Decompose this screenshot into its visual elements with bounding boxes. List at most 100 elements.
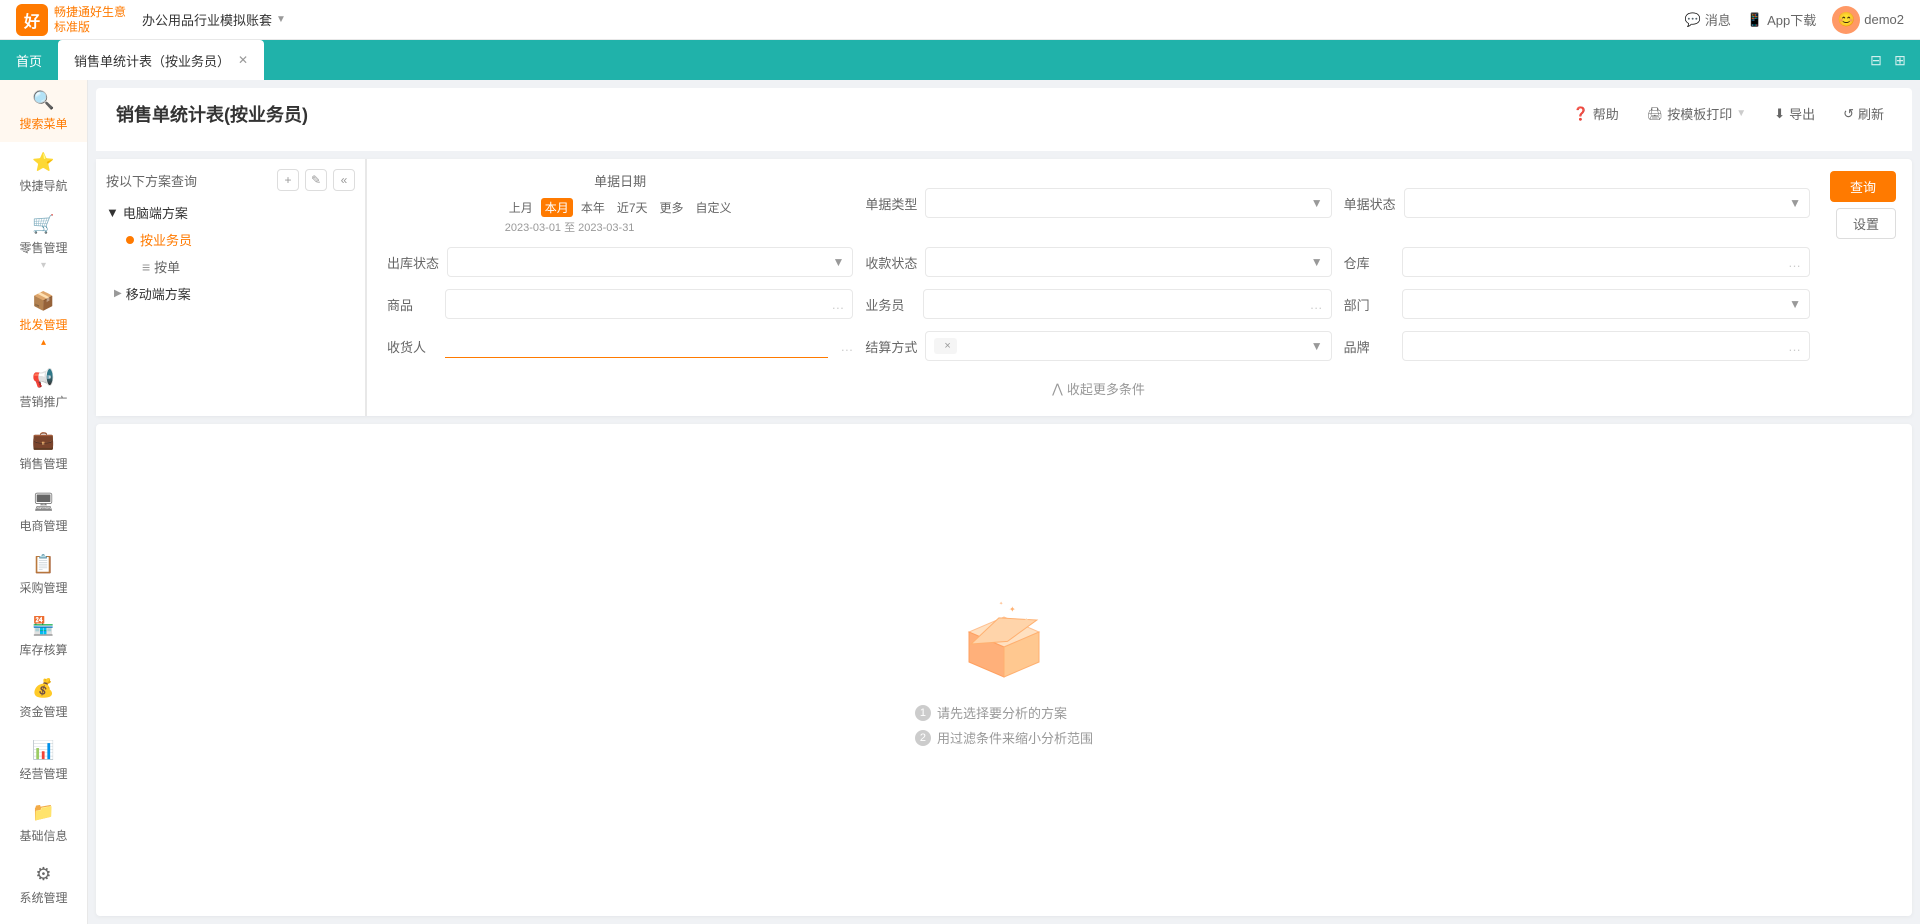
refresh-button[interactable]: ↺ 刷新 [1835, 100, 1892, 127]
app-selector[interactable]: 办公用品行业模拟账套 ▼ [134, 6, 294, 33]
sidebar-item-ecommerce[interactable]: 🖥 电商管理 [0, 482, 87, 544]
sidebar-item-purchase[interactable]: 📋 采购管理 [0, 544, 87, 606]
department-label: 部门 [1344, 295, 1394, 314]
product-select[interactable]: … [445, 289, 853, 319]
scheme-add-button[interactable]: + [277, 169, 299, 191]
delivery-status-select[interactable]: ▼ [447, 247, 853, 277]
date-tab-this-month[interactable]: 本月 [541, 198, 573, 217]
app-download-button[interactable]: 📱 App下载 [1747, 10, 1816, 29]
brand-field: 品牌 … [1344, 331, 1810, 361]
doc-status-field: 单据状态 ▼ [1344, 171, 1810, 235]
sidebar-item-marketing[interactable]: 📢 营销推广 [0, 358, 87, 420]
tab-close-button[interactable]: ✕ [238, 53, 248, 67]
receiver-dots-icon[interactable]: … [840, 339, 853, 354]
product-dots-icon[interactable]: … [831, 297, 844, 312]
scheme-edit-button[interactable]: ✎ [305, 169, 327, 191]
print-button[interactable]: 🖨 按模板打印 ▼ [1639, 100, 1754, 127]
svg-text:✦: ✦ [1024, 617, 1029, 624]
receiver-field: 收货人 … [387, 331, 853, 361]
product-field: 商品 … [387, 289, 853, 319]
query-button[interactable]: 查询 [1830, 171, 1896, 202]
date-tab-custom[interactable]: 自定义 [692, 198, 736, 217]
payment-status-select[interactable]: ▼ [925, 247, 1331, 277]
salesperson-dots-icon[interactable]: … [1310, 297, 1323, 312]
sidebar-label-wholesale: 批发管理 [19, 316, 67, 333]
chevron-down-icon: ▼ [276, 14, 286, 25]
sidebar-item-wholesale[interactable]: 📦 批发管理 ▴ [0, 281, 87, 358]
warehouse-dots-icon[interactable]: … [1788, 255, 1801, 270]
date-tab-7days[interactable]: 近7天 [613, 198, 652, 217]
basic-icon: 📁 [32, 802, 54, 823]
top-bar: 好 畅捷通好生意 标准版 办公用品行业模拟账套 ▼ 💬 消息 📱 App下载 😊… [0, 0, 1920, 40]
sidebar-item-finance[interactable]: 💰 资金管理 [0, 668, 87, 730]
message-button[interactable]: 💬 消息 [1685, 10, 1731, 29]
sidebar-label-ecommerce: 电商管理 [19, 517, 67, 534]
wholesale-icon: 📦 [32, 291, 54, 312]
user-menu[interactable]: 😊 demo2 [1832, 6, 1904, 34]
sidebar-item-system[interactable]: ⚙ 系统管理 [0, 854, 87, 916]
doc-type-select[interactable]: ▼ [925, 188, 1331, 218]
empty-content: ✦ ✦ ✦ 1 请先选择要分析的方案 2 用过滤条件来缩小分析范围 [915, 587, 1093, 753]
settlement-field: 结算方式 × ▼ [865, 331, 1331, 361]
tree-arrow-down-icon: ▼ [106, 205, 119, 220]
sidebar-item-retail[interactable]: 🛒 零售管理 ▾ [0, 204, 87, 281]
brand-select[interactable]: … [1402, 331, 1810, 361]
scheme-order-label: 按单 [154, 257, 180, 276]
receiver-input[interactable] [445, 334, 828, 358]
collapse-label: 收起更多条件 [1067, 379, 1145, 398]
filter-form: 单据日期 上月 本月 本年 近7天 更多 自定义 2023-03-01 至 20… [367, 159, 1830, 416]
content-area: 销售单统计表(按业务员) ❓ 帮助 🖨 按模板打印 ▼ ⬇ 导出 ↺ 刷新 [88, 80, 1920, 924]
date-tab-this-year[interactable]: 本年 [577, 198, 609, 217]
warehouse-select[interactable]: … [1402, 247, 1810, 277]
logo-text: 畅捷通好生意 标准版 [54, 5, 126, 34]
sidebar-item-search[interactable]: 🔍 搜索菜单 [0, 80, 87, 142]
sidebar-label-system: 系统管理 [19, 889, 67, 906]
warehouse-label: 仓库 [1344, 253, 1394, 272]
salesperson-select[interactable]: … [923, 289, 1331, 319]
system-icon: ⚙ [35, 864, 51, 885]
computer-scheme-group[interactable]: ▼ 电脑端方案 [106, 199, 355, 226]
payment-status-field: 收款状态 ▼ [865, 247, 1331, 277]
empty-state: ✦ ✦ ✦ 1 请先选择要分析的方案 2 用过滤条件来缩小分析范围 [96, 587, 1912, 753]
scheme-collapse-button[interactable]: « [333, 169, 355, 191]
tab-bar: 首页 销售单统计表（按业务员） ✕ ⊟ ⊞ [0, 40, 1920, 80]
tab-report[interactable]: 销售单统计表（按业务员） ✕ [58, 40, 264, 80]
help-button[interactable]: ❓ 帮助 [1565, 100, 1627, 127]
sidebar-item-operation[interactable]: 📊 经营管理 [0, 730, 87, 792]
scheme-header: 按以下方案查询 + ✎ « [106, 169, 355, 191]
settings-button[interactable]: 设置 [1836, 208, 1896, 239]
print-icon: 🖨 [1647, 106, 1664, 122]
scheme-by-salesperson[interactable]: 按业务员 [106, 226, 355, 253]
export-button[interactable]: ⬇ 导出 [1766, 100, 1823, 127]
sidebar-item-basic[interactable]: 📁 基础信息 [0, 792, 87, 854]
page-title: 销售单统计表(按业务员) [116, 101, 308, 139]
sidebar-item-quicknav[interactable]: ⭐ 快捷导航 [0, 142, 87, 204]
window-minimize-button[interactable]: ⊟ [1868, 52, 1884, 68]
finance-icon: 💰 [32, 678, 54, 699]
doc-type-field: 单据类型 ▼ [865, 171, 1331, 235]
sidebar-item-sales[interactable]: 💼 销售管理 [0, 420, 87, 482]
sidebar-item-inventory[interactable]: 🏪 库存核算 [0, 606, 87, 668]
sidebar-item-corp[interactable]: 🤝 企业协同 [0, 916, 87, 924]
mobile-arrow-icon: ▶ [114, 288, 122, 299]
filter-wrapper: 按以下方案查询 + ✎ « ▼ [96, 159, 1912, 416]
scheme-by-order[interactable]: ≡ 按单 [106, 253, 355, 280]
tab-home[interactable]: 首页 [0, 40, 58, 80]
warehouse-field: 仓库 … [1344, 247, 1810, 277]
date-tab-last-month[interactable]: 上月 [505, 198, 537, 217]
department-select[interactable]: ▼ [1402, 289, 1810, 319]
brand-dots-icon[interactable]: … [1788, 339, 1801, 354]
doc-status-select[interactable]: ▼ [1404, 188, 1810, 218]
doc-type-label: 单据类型 [865, 194, 917, 213]
ecommerce-icon: 🖥 [32, 492, 55, 513]
date-tab-more[interactable]: 更多 [656, 198, 688, 217]
window-maximize-button[interactable]: ⊞ [1892, 52, 1908, 68]
settlement-tag-close[interactable]: × [944, 340, 950, 352]
print-chevron-icon: ▼ [1736, 108, 1746, 119]
settlement-select[interactable]: × ▼ [925, 331, 1331, 361]
mobile-scheme-group[interactable]: ▶ 移动端方案 [106, 280, 355, 307]
collapse-conditions-button[interactable]: ⋀ 收起更多条件 [387, 373, 1810, 404]
empty-tips: 1 请先选择要分析的方案 2 用过滤条件来缩小分析范围 [915, 703, 1093, 753]
add-scheme-icon: + [284, 173, 291, 187]
scheme-panel: 按以下方案查询 + ✎ « ▼ [96, 159, 366, 416]
